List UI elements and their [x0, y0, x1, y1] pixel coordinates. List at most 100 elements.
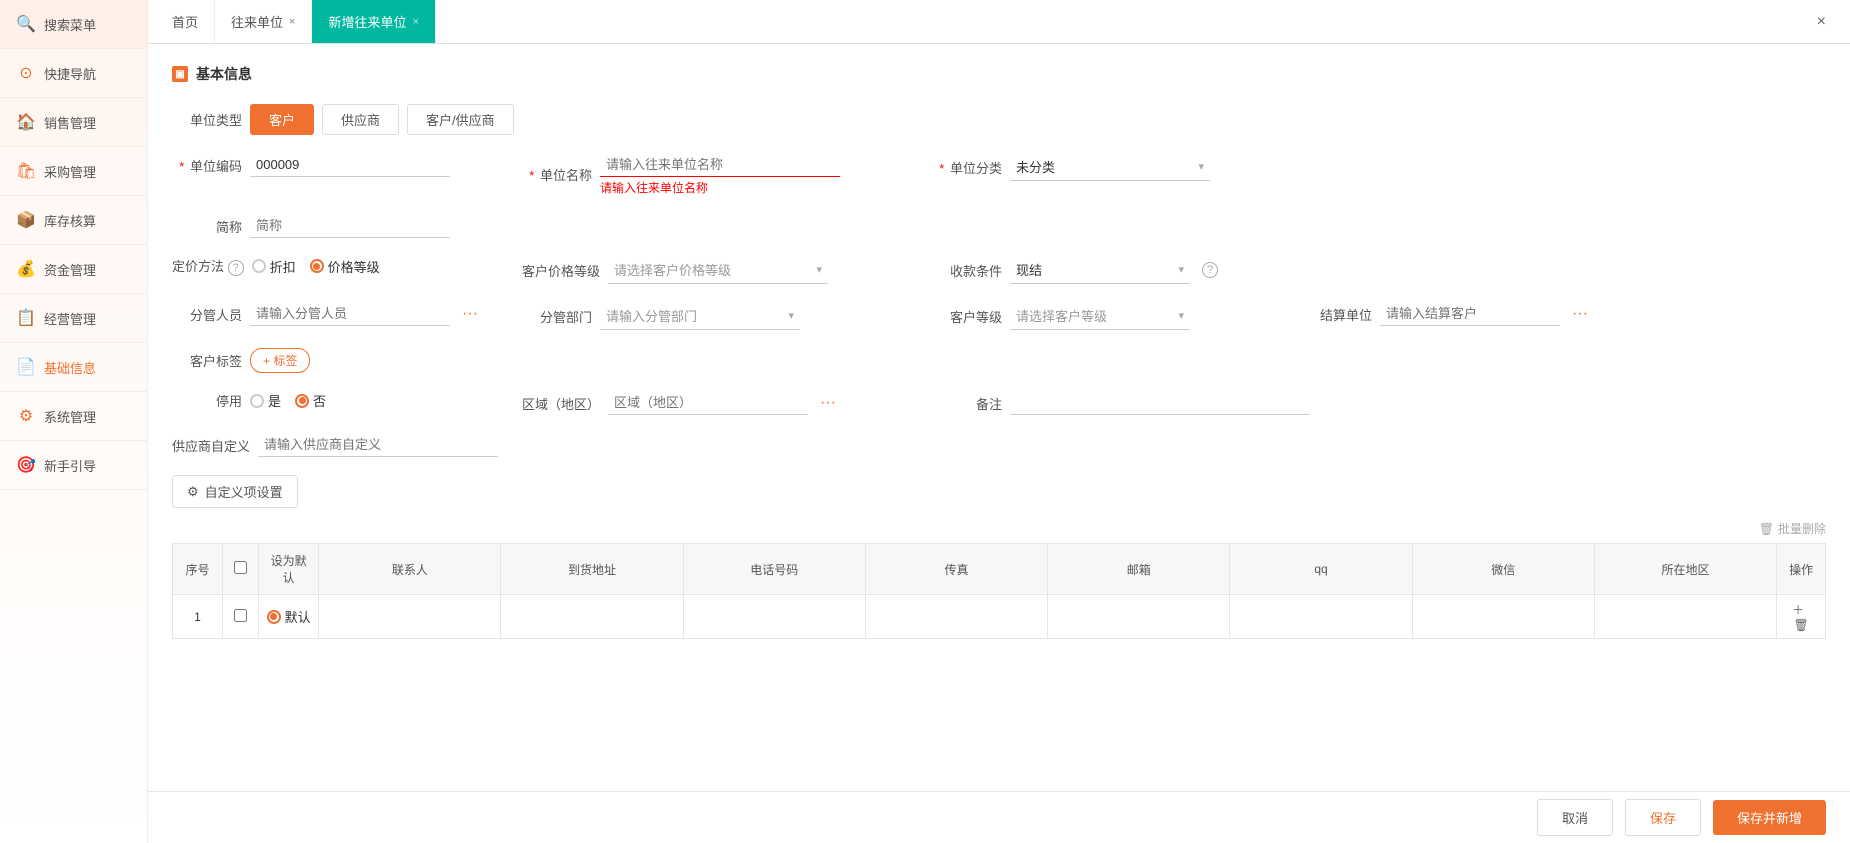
- tab-home[interactable]: 首页: [156, 0, 215, 43]
- add-tag-button[interactable]: + 标签: [250, 348, 310, 373]
- sidebar-item-search[interactable]: 🔍 搜索菜单: [0, 0, 147, 49]
- cell-region[interactable]: [1594, 595, 1776, 639]
- sidebar-item-sales[interactable]: 🏠 销售管理: [0, 98, 147, 147]
- col-qq: qq: [1230, 544, 1412, 595]
- unit-btn-both[interactable]: 客户/供应商: [407, 104, 514, 135]
- disabled-radio-no[interactable]: 否: [295, 391, 326, 410]
- sidebar-item-label: 搜索菜单: [44, 15, 96, 34]
- sidebar-item-quicknav[interactable]: ⊙ 快捷导航: [0, 49, 147, 98]
- unit-code-input[interactable]: [250, 153, 450, 177]
- sidebar-item-label: 库存核算: [44, 211, 96, 230]
- short-name-label: 简称: [172, 217, 242, 236]
- col-default: 设为默认: [259, 544, 319, 595]
- table-row: 1 默认: [173, 595, 1826, 639]
- cell-address[interactable]: [501, 595, 683, 639]
- contacts-table: 序号 设为默认 联系人 到货地址 电话号码 传真 邮箱 qq 微信 所在地区 操…: [172, 543, 1826, 639]
- payment-terms-help-icon[interactable]: ?: [1202, 262, 1218, 278]
- supplier-custom-label: 供应商自定义: [172, 436, 250, 455]
- unit-category-select[interactable]: 未分类 ▾: [1010, 153, 1210, 181]
- col-wechat: 微信: [1412, 544, 1594, 595]
- window-close-button[interactable]: ×: [1801, 13, 1842, 31]
- address-input[interactable]: [507, 609, 676, 624]
- cell-wechat[interactable]: [1412, 595, 1594, 639]
- phone-input[interactable]: [690, 609, 859, 624]
- custom-settings-button[interactable]: ⚙ 自定义项设置: [172, 475, 298, 508]
- short-name-input[interactable]: [250, 214, 450, 238]
- region-more-btn[interactable]: ···: [820, 394, 836, 412]
- remarks-input[interactable]: [1010, 391, 1310, 415]
- cell-phone[interactable]: [683, 595, 865, 639]
- unit-category-chevron: ▾: [1198, 160, 1204, 173]
- payment-terms-select[interactable]: 现结 ▾: [1010, 256, 1190, 284]
- sidebar-item-inventory[interactable]: 📦 库存核算: [0, 196, 147, 245]
- manager-input[interactable]: [250, 302, 450, 326]
- cell-action: ＋ 🗑: [1777, 595, 1826, 639]
- unit-type-label: 单位类型: [172, 110, 242, 129]
- sidebar-item-operations[interactable]: 📋 经营管理: [0, 294, 147, 343]
- supplier-custom-input[interactable]: [258, 433, 498, 457]
- row-checkbox[interactable]: [234, 609, 247, 622]
- customer-price-level-select[interactable]: 请选择客户价格等级 ▾: [608, 256, 828, 284]
- sidebar-item-purchase[interactable]: 🛍 采购管理: [0, 147, 147, 196]
- contact-input[interactable]: [325, 609, 494, 624]
- sidebar-item-newguide[interactable]: 🎯 新手引导: [0, 441, 147, 490]
- unit-btn-supplier[interactable]: 供应商: [322, 104, 399, 135]
- payment-terms-label: 收款条件: [932, 261, 1002, 280]
- unit-name-input-wrapper: 请输入往来单位名称: [600, 153, 840, 196]
- department-select[interactable]: 请输入分管部门 ▾: [600, 302, 800, 330]
- col-checkbox[interactable]: [223, 544, 259, 595]
- settlement-unit-input[interactable]: [1380, 302, 1560, 326]
- pricing-radio-discount[interactable]: 折扣: [252, 257, 296, 276]
- customer-price-level-field: 客户价格等级 请选择客户价格等级 ▾: [522, 256, 902, 284]
- cell-email[interactable]: [1048, 595, 1230, 639]
- add-row-button[interactable]: ＋: [1792, 603, 1804, 617]
- wechat-input[interactable]: [1419, 609, 1588, 624]
- unit-name-input[interactable]: [600, 153, 840, 177]
- unit-btn-customer[interactable]: 客户: [250, 104, 314, 135]
- region-input-cell[interactable]: [1601, 609, 1770, 624]
- tab-partners-close[interactable]: ×: [289, 16, 295, 28]
- tab-partners[interactable]: 往来单位 ×: [215, 0, 312, 43]
- save-button[interactable]: 保存: [1625, 799, 1701, 836]
- batch-delete-button[interactable]: 🗑 批量删除: [1759, 520, 1826, 537]
- customer-level-select[interactable]: 请选择客户等级 ▾: [1010, 302, 1190, 330]
- pricing-radio-group: 折扣 价格等级: [252, 257, 380, 276]
- gear-icon: ⚙: [187, 484, 199, 500]
- cell-fax[interactable]: [865, 595, 1047, 639]
- disabled-region-row: 停用 是 否 区域（地区）: [172, 391, 1826, 415]
- cancel-button[interactable]: 取消: [1537, 799, 1613, 836]
- cell-checkbox[interactable]: [223, 595, 259, 639]
- customer-level-label: 客户等级: [932, 307, 1002, 326]
- table-header-row: 序号 设为默认 联系人 到货地址 电话号码 传真 邮箱 qq 微信 所在地区 操…: [173, 544, 1826, 595]
- region-input[interactable]: [608, 391, 808, 415]
- shortname-row: 简称: [172, 214, 1826, 238]
- department-label: 分管部门: [522, 307, 592, 326]
- pricing-method-field: 定价方法 ? 折扣 价格等级: [172, 256, 492, 276]
- email-input[interactable]: [1054, 609, 1223, 624]
- pricing-method-label: 定价方法 ?: [172, 256, 244, 276]
- unit-type-buttons: 客户 供应商 客户/供应商: [250, 104, 514, 135]
- select-all-checkbox[interactable]: [234, 561, 247, 574]
- settlement-unit-more-btn[interactable]: ···: [1572, 305, 1588, 323]
- tab-newpartner[interactable]: 新增往来单位 ×: [312, 0, 435, 43]
- department-placeholder: 请输入分管部门: [606, 306, 784, 325]
- cell-qq[interactable]: [1230, 595, 1412, 639]
- cell-contact[interactable]: [319, 595, 501, 639]
- sidebar-item-basicinfo[interactable]: 📄 基础信息: [0, 343, 147, 392]
- disabled-radio-yes[interactable]: 是: [250, 391, 281, 410]
- sidebar-item-label: 资金管理: [44, 260, 96, 279]
- pricing-radio-pricelevel[interactable]: 价格等级: [310, 257, 380, 276]
- manager-more-btn[interactable]: ···: [462, 305, 478, 323]
- radio-no-dot: [299, 397, 306, 404]
- sidebar-item-label: 快捷导航: [44, 64, 96, 83]
- qq-input[interactable]: [1236, 609, 1405, 624]
- tab-newpartner-close[interactable]: ×: [412, 16, 418, 28]
- section-header: ▣ 基本信息: [172, 64, 1826, 84]
- fax-input[interactable]: [872, 609, 1041, 624]
- save-new-button[interactable]: 保存并新增: [1713, 800, 1826, 835]
- delete-row-button[interactable]: 🗑: [1793, 618, 1808, 632]
- pricing-help-icon[interactable]: ?: [228, 260, 244, 276]
- sidebar-item-finance[interactable]: 💰 资金管理: [0, 245, 147, 294]
- row-default-radio[interactable]: 默认: [265, 607, 312, 626]
- sidebar-item-system[interactable]: ⚙ 系统管理: [0, 392, 147, 441]
